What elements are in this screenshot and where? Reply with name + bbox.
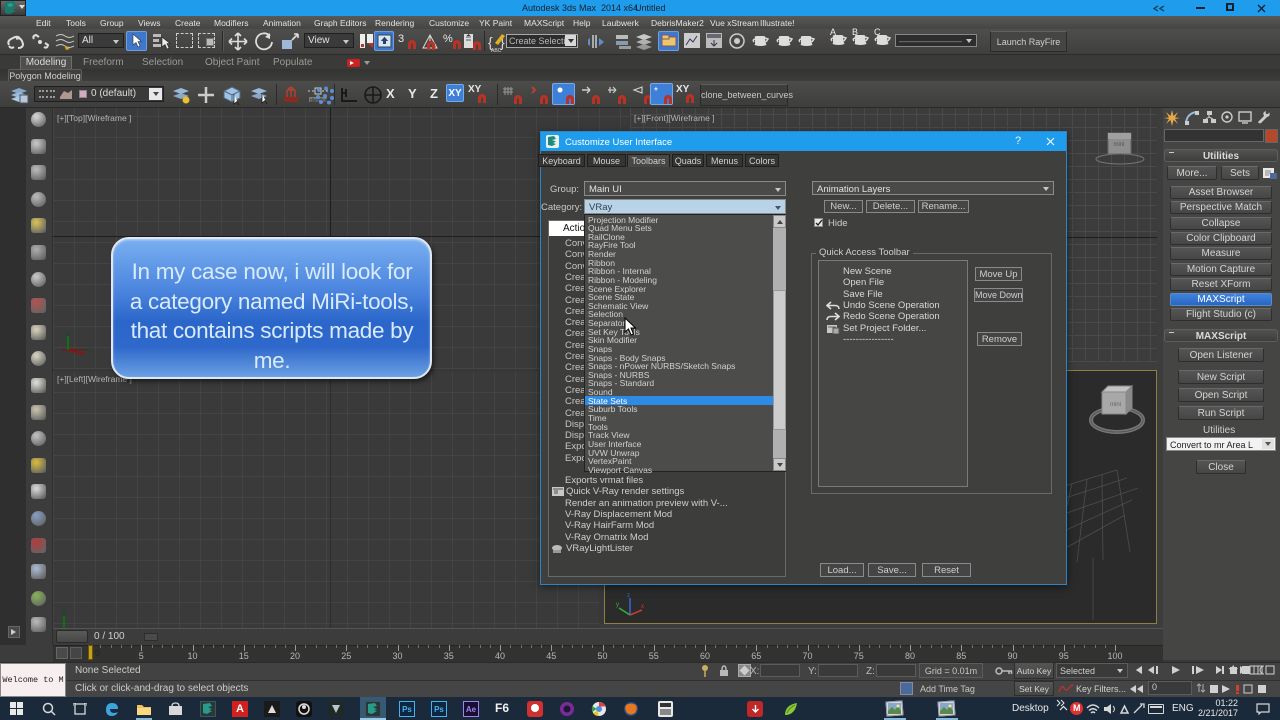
svg-text:ABC: ABC	[491, 48, 502, 53]
svg-text:mini: mini	[1110, 402, 1121, 408]
svg-text:x: x	[641, 604, 644, 610]
svg-text:y: y	[616, 602, 619, 608]
svg-text:*: *	[654, 86, 658, 97]
svg-text:z: z	[627, 593, 630, 599]
svg-text:mini: mini	[1113, 142, 1124, 148]
